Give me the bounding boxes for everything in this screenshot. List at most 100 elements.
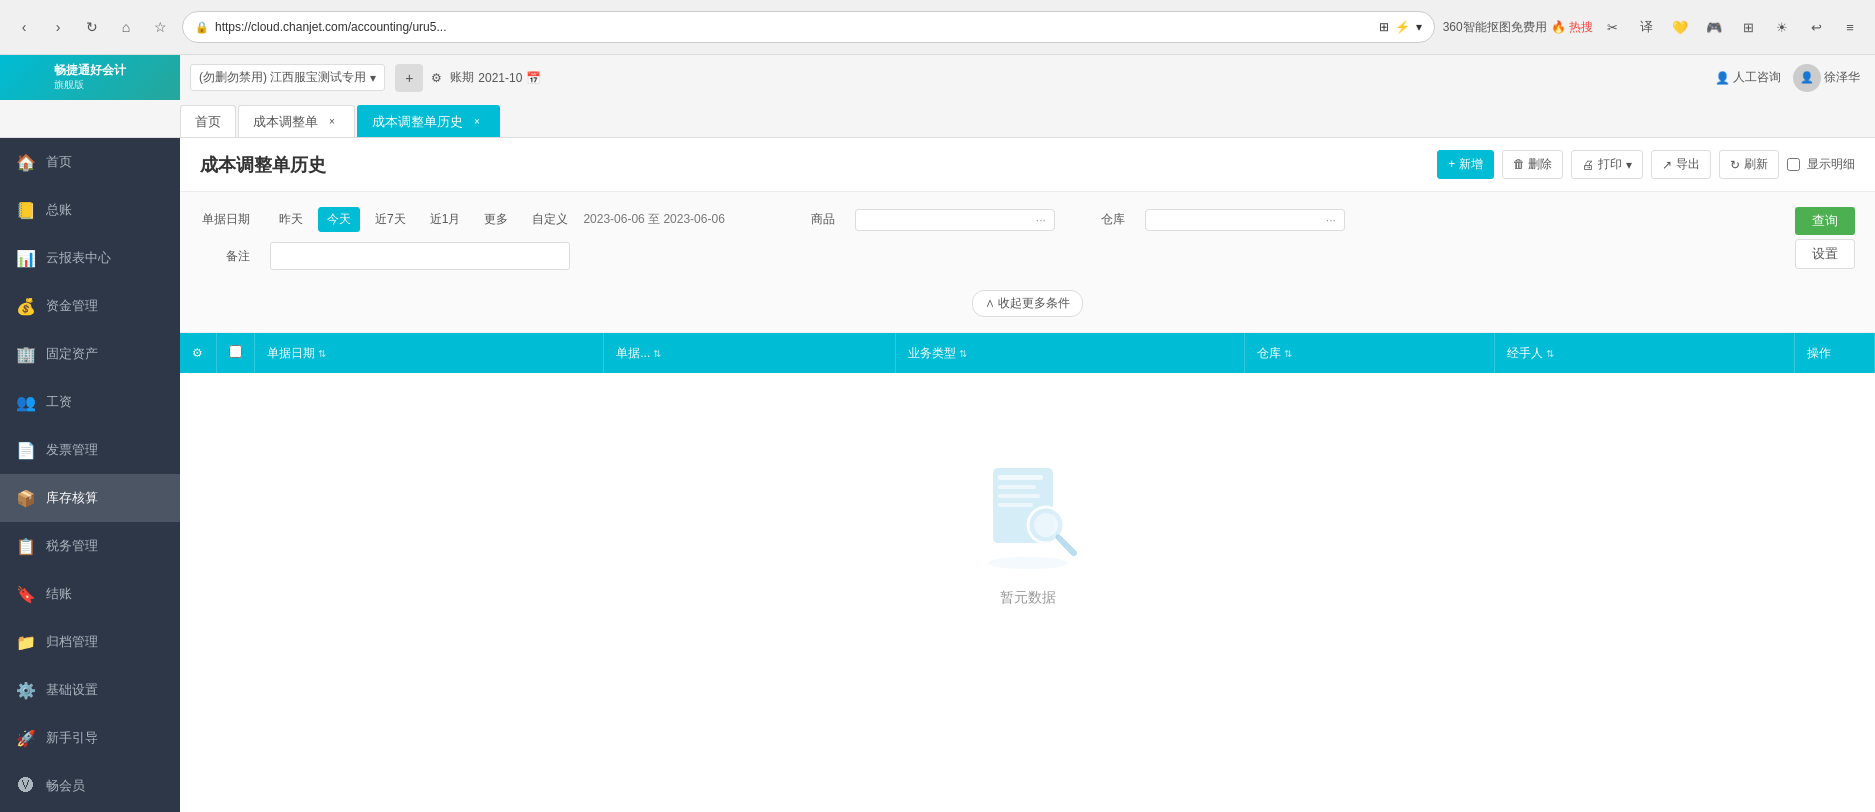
refresh-button[interactable]: ↻ 刷新: [1719, 150, 1779, 179]
settings-col-header[interactable]: ⚙: [180, 333, 216, 373]
sidebar-item-closing[interactable]: 🔖 结账: [0, 570, 180, 618]
date-tab-1month[interactable]: 近1月: [421, 207, 470, 232]
display-toggle[interactable]: 显示明细: [1787, 156, 1855, 173]
sidebar-item-ledger[interactable]: 📒 总账: [0, 186, 180, 234]
filter-settings-button[interactable]: 设置: [1795, 239, 1855, 269]
col-type[interactable]: 业务类型 ⇅: [895, 333, 1245, 373]
game-button[interactable]: 🎮: [1699, 12, 1729, 42]
sidebar-label-assets: 固定资产: [46, 345, 98, 363]
table-container: ⚙ 单据日期 ⇅ 单据...: [180, 333, 1875, 812]
print-button[interactable]: 🖨 打印 ▾: [1571, 150, 1643, 179]
sidebar-item-reports[interactable]: 📊 云报表中心: [0, 234, 180, 282]
filter-row-2: 备注: [200, 242, 1795, 270]
avatar-icon: 👤: [1800, 71, 1814, 84]
tab-home[interactable]: 首页: [180, 105, 236, 137]
tax-icon: 📋: [16, 537, 36, 556]
sidebar-item-tax[interactable]: 📋 税务管理: [0, 522, 180, 570]
forward-button[interactable]: ›: [44, 13, 72, 41]
sidebar-item-guide[interactable]: 🚀 新手引导: [0, 714, 180, 762]
close-cost-adjust-history-tab[interactable]: ×: [469, 114, 485, 130]
note-label: 备注: [200, 248, 250, 265]
col-warehouse[interactable]: 仓库 ⇅: [1245, 333, 1495, 373]
date-tab-custom[interactable]: 自定义: [523, 207, 577, 232]
col-warehouse-label: 仓库: [1257, 345, 1281, 362]
svg-rect-2: [998, 475, 1043, 480]
col-number-label: 单据...: [616, 345, 650, 362]
note-input[interactable]: [270, 242, 570, 270]
address-bar[interactable]: 🔒 https://cloud.chanjet.com/accounting/u…: [182, 11, 1435, 43]
sidebar-label-payroll: 工资: [46, 393, 72, 411]
main-layout: 🏠 首页 📒 总账 📊 云报表中心 💰 资金管理 🏢 固定资产 👥 工资 📄 发…: [0, 138, 1875, 812]
export-button[interactable]: ↗ 导出: [1651, 150, 1711, 179]
filter-area: 单据日期 昨天 今天 近7天 近1月 更多 自定义 2023-06-06 至 2…: [180, 192, 1875, 333]
company-selector[interactable]: (勿删勿禁用) 江西服宝测试专用 ▾: [190, 64, 385, 91]
query-button[interactable]: 查询: [1795, 207, 1855, 235]
sidebar-label-tax: 税务管理: [46, 537, 98, 555]
empty-illustration: [968, 453, 1088, 573]
user-menu[interactable]: 👤 徐泽华: [1793, 64, 1860, 92]
date-tab-yesterday[interactable]: 昨天: [270, 207, 312, 232]
display-checkbox[interactable]: [1787, 158, 1800, 171]
checkbox-col-header[interactable]: [216, 333, 254, 373]
tab-cost-adjust-history[interactable]: 成本调整单历史 ×: [357, 105, 500, 137]
bookmark-button[interactable]: ☆: [146, 13, 174, 41]
svg-rect-5: [998, 503, 1033, 507]
wallet-button[interactable]: 💛: [1665, 12, 1695, 42]
undo-button[interactable]: ↩: [1801, 12, 1831, 42]
col-date[interactable]: 单据日期 ⇅: [254, 333, 604, 373]
menu-button[interactable]: ≡: [1835, 12, 1865, 42]
sidebar-item-payroll[interactable]: 👥 工资: [0, 378, 180, 426]
new-button[interactable]: + 新增: [1437, 150, 1493, 179]
sidebar-item-inventory[interactable]: 📦 库存核算: [0, 474, 180, 522]
sidebar-item-settings[interactable]: ⚙️ 基础设置: [0, 666, 180, 714]
back-button[interactable]: ‹: [10, 13, 38, 41]
svg-point-0: [988, 557, 1068, 569]
close-cost-adjust-tab[interactable]: ×: [324, 114, 340, 130]
home-button[interactable]: ⌂: [112, 13, 140, 41]
sidebar-label-funds: 资金管理: [46, 297, 98, 315]
col-number[interactable]: 单据... ⇅: [604, 333, 895, 373]
reload-button[interactable]: ↻: [78, 13, 106, 41]
delete-button[interactable]: 🗑 删除: [1502, 150, 1563, 179]
translate-button[interactable]: 译: [1631, 12, 1661, 42]
help-button[interactable]: 👤 人工咨询: [1715, 69, 1781, 86]
sidebar-item-assets[interactable]: 🏢 固定资产: [0, 330, 180, 378]
settings-icon[interactable]: ⚙: [431, 71, 442, 85]
grid-button[interactable]: ⊞: [1733, 12, 1763, 42]
period-info: 账期 2021-10 📅: [450, 69, 541, 86]
add-tab-button[interactable]: +: [395, 64, 423, 92]
collapse-button[interactable]: ∧ 收起更多条件: [972, 290, 1083, 317]
tab-cost-adjust[interactable]: 成本调整单 ×: [238, 105, 355, 137]
toolbar: + 新增 🗑 删除 🖨 打印 ▾ ↗ 导出 ↻ 刷新 显示明细: [1437, 150, 1855, 179]
sidebar-item-invoice[interactable]: 📄 发票管理: [0, 426, 180, 474]
goods-selector[interactable]: ···: [855, 209, 1055, 231]
date-tab-today[interactable]: 今天: [318, 207, 360, 232]
table-settings-icon[interactable]: ⚙: [192, 346, 203, 360]
app-header: 畅捷通好会计 旗舰版 (勿删勿禁用) 江西服宝测试专用 ▾ + ⚙ 账期 202…: [0, 55, 1875, 100]
filter-row-1: 单据日期 昨天 今天 近7天 近1月 更多 自定义 2023-06-06 至 2…: [200, 207, 1795, 232]
funds-icon: 💰: [16, 297, 36, 316]
period-value: 2021-10: [478, 71, 522, 85]
warehouse-selector[interactable]: ···: [1145, 209, 1345, 231]
sidebar-item-member[interactable]: 🅥 畅会员: [0, 762, 180, 810]
help-label: 人工咨询: [1733, 69, 1781, 86]
logo-text: 畅捷通好会计: [54, 63, 126, 79]
date-tab-7days[interactable]: 近7天: [366, 207, 415, 232]
filters-main: 单据日期 昨天 今天 近7天 近1月 更多 自定义 2023-06-06 至 2…: [200, 207, 1795, 270]
sidebar-item-home[interactable]: 🏠 首页: [0, 138, 180, 186]
sidebar-item-archive[interactable]: 📁 归档管理: [0, 618, 180, 666]
refresh-icon: ↻: [1730, 158, 1740, 172]
scissors-button[interactable]: ✂: [1597, 12, 1627, 42]
sidebar-item-funds[interactable]: 💰 资金管理: [0, 282, 180, 330]
date-tab-more[interactable]: 更多: [475, 207, 517, 232]
sidebar-label-ledger: 总账: [46, 201, 72, 219]
col-handler-label: 经手人: [1507, 345, 1543, 362]
browser-tools: 360智能抠图免费用 🔥 热搜 ✂ 译 💛 🎮 ⊞ ☀ ↩ ≡: [1443, 12, 1865, 42]
select-all-checkbox[interactable]: [229, 345, 242, 358]
col-handler[interactable]: 经手人 ⇅: [1495, 333, 1795, 373]
lightning-icon: ⚡: [1395, 20, 1410, 34]
browser-controls: ‹ › ↻ ⌂ ☆: [10, 13, 174, 41]
logo-sub: 旗舰版: [54, 78, 126, 92]
brightness-button[interactable]: ☀: [1767, 12, 1797, 42]
goods-more: ···: [1036, 213, 1046, 227]
